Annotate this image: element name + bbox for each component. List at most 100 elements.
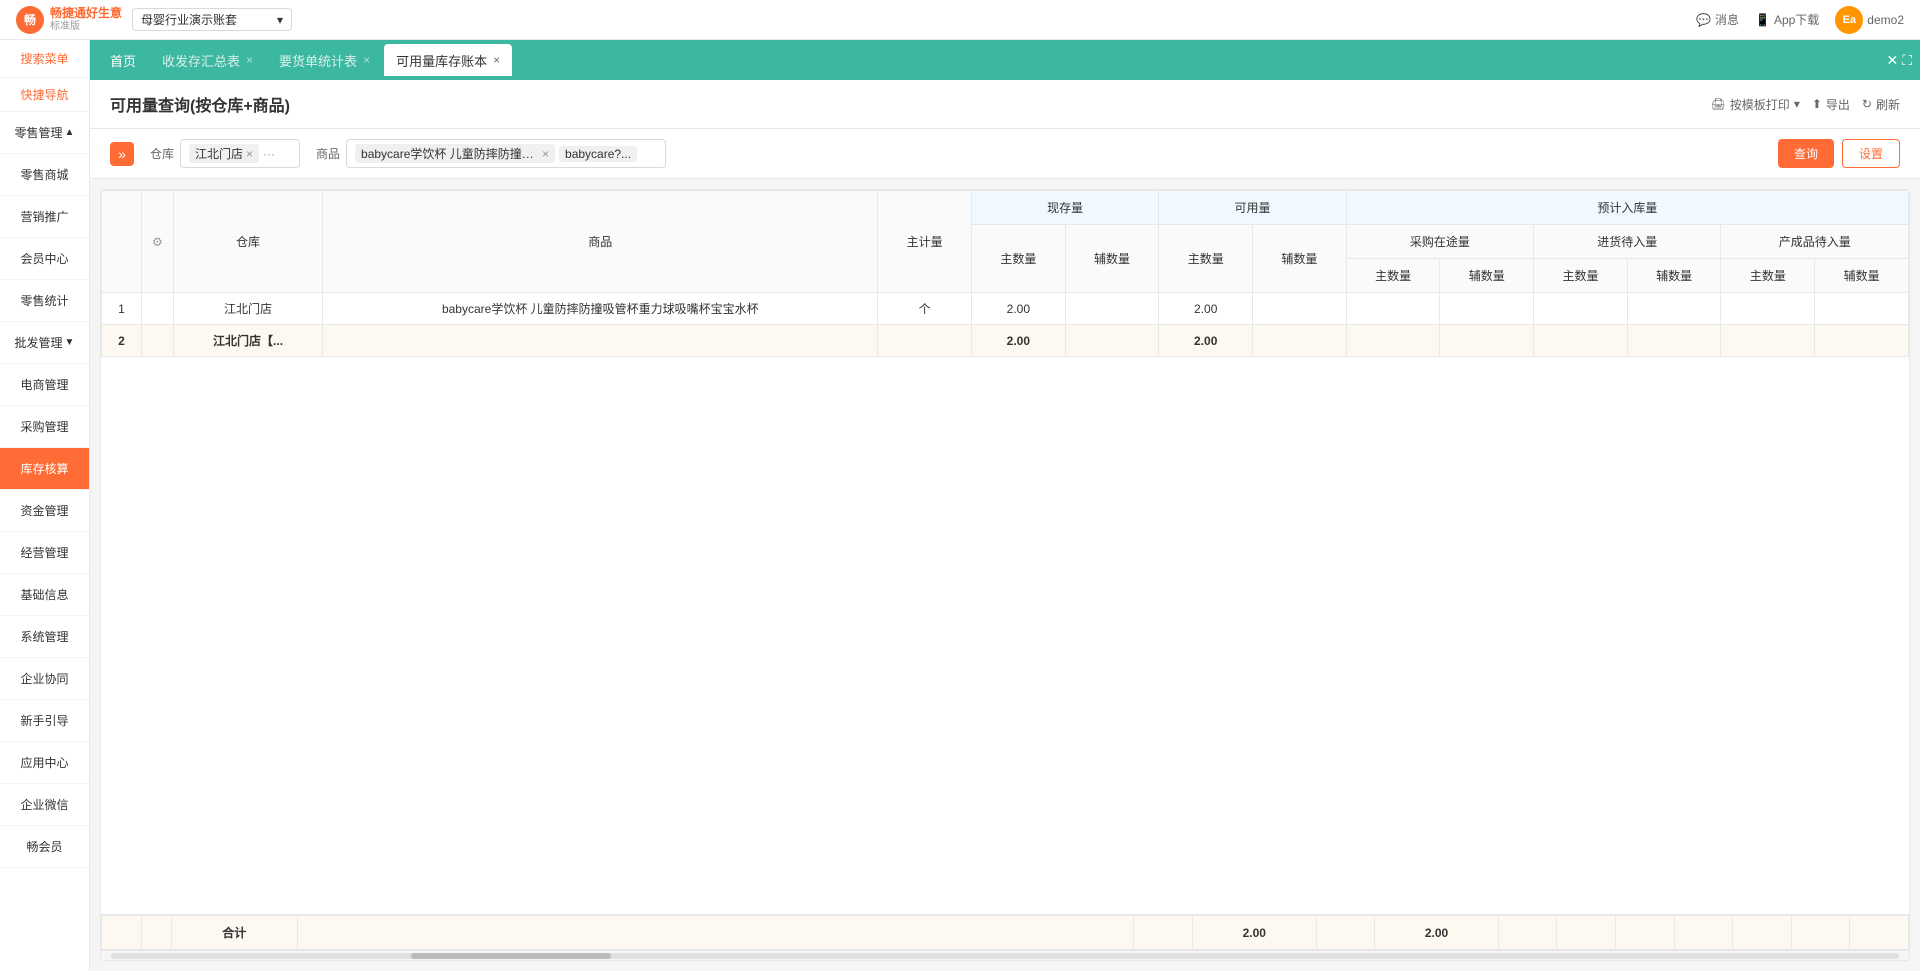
chevron-icon-2: ▼ — [65, 337, 75, 348]
sidebar-item-retail-mgmt[interactable]: 零售管理▲ — [0, 112, 89, 154]
th-available-aux: 辅数量 — [1253, 225, 1347, 293]
expand-filter-button[interactable]: » — [110, 142, 134, 166]
summary-current-aux — [1316, 915, 1375, 950]
subtotal-available-aux — [1253, 325, 1347, 357]
print-icon: 🖨 — [1711, 97, 1726, 111]
sidebar-item-new-guide[interactable]: 新手引导 — [0, 700, 89, 742]
sidebar-item-purchase-mgmt[interactable]: 采购管理 — [0, 406, 89, 448]
th-inbound-aux: 辅数量 — [1627, 259, 1721, 293]
sidebar-item-member-center[interactable]: 会员中心 — [0, 238, 89, 280]
product-filter-group: 商品 babycare学饮杯 儿童防摔防撞吸管杯重力球吸嘴杯宝宝水杯 × bab… — [316, 139, 666, 168]
scroll-thumb[interactable] — [411, 953, 611, 959]
th-inbound-pending: 进货待入量 — [1534, 225, 1721, 259]
summary-production-aux — [1850, 915, 1909, 950]
product-input[interactable]: babycare学饮杯 儿童防摔防撞吸管杯重力球吸嘴杯宝宝水杯 × babyca… — [346, 139, 666, 168]
settings-button[interactable]: 设置 — [1842, 139, 1900, 168]
product-tag-1-remove-icon[interactable]: × — [542, 147, 549, 161]
th-index — [102, 191, 142, 293]
th-current-stock: 现存量 — [971, 191, 1158, 225]
sidebar-item-wholesale-mgmt[interactable]: 批发管理▼ — [0, 322, 89, 364]
tab-home[interactable]: 首页 — [98, 44, 148, 76]
sidebar-item-ecommerce-mgmt[interactable]: 电商管理 — [0, 364, 89, 406]
row-product: babycare学饮杯 儿童防摔防撞吸管杯重力球吸嘴杯宝宝水杯 — [323, 293, 878, 325]
sidebar-item-basic-info[interactable]: 基础信息 — [0, 574, 89, 616]
sidebar-item-app-center[interactable]: 应用中心 — [0, 742, 89, 784]
subtotal-warehouse: 江北门店【... — [173, 325, 323, 357]
fullscreen-icon[interactable]: ⛶ — [1902, 52, 1912, 69]
page-content: 可用量查询(按仓库+商品) 🖨 按模板打印 ▾ ⬆ 导出 ↻ 刷新 — [90, 80, 1920, 971]
tab-available-inventory[interactable]: 可用量库存账本 × — [384, 44, 512, 76]
warehouse-remove-icon[interactable]: × — [246, 147, 253, 161]
page-title: 可用量查询(按仓库+商品) — [110, 92, 290, 116]
app-download-button[interactable]: 📱 App下载 — [1755, 11, 1819, 28]
tab-order-stats[interactable]: 要货单统计表 × — [267, 44, 382, 76]
sidebar-item-enterprise-wechat[interactable]: 企业微信 — [0, 784, 89, 826]
th-purchase-aux: 辅数量 — [1440, 259, 1534, 293]
row-inbound-pending-main — [1534, 293, 1628, 325]
warehouse-tag: 江北门店 × — [189, 144, 259, 163]
product-label: 商品 — [316, 145, 340, 162]
scroll-area[interactable] — [101, 950, 1909, 960]
subtotal-product — [323, 325, 878, 357]
order-stats-tab-label: 要货单统计表 — [279, 51, 357, 70]
sidebar-item-marketing[interactable]: 营销推广 — [0, 196, 89, 238]
print-arrow-icon: ▾ — [1794, 97, 1800, 111]
message-button[interactable]: 💬 消息 — [1696, 11, 1739, 28]
sidebar-search[interactable]: 搜索菜单 — [0, 40, 89, 78]
subtotal-current-aux — [1065, 325, 1159, 357]
summary-product — [297, 915, 1134, 950]
sidebar-item-vip-member[interactable]: 畅会员 — [0, 826, 89, 868]
sidebar-item-inventory-check[interactable]: 库存核算 — [0, 448, 89, 490]
summary-purchase-main — [1557, 915, 1616, 950]
tab-close-icon-2[interactable]: × — [363, 53, 370, 67]
summary-inbound-main — [1674, 915, 1733, 950]
tab-close-icon[interactable]: × — [246, 53, 253, 67]
sidebar: 搜索菜单 快捷导航 零售管理▲ 零售商城 营销推广 会员中心 零售统计 批发管理… — [0, 40, 90, 971]
row-production-pending-aux — [1815, 293, 1909, 325]
export-button[interactable]: ⬆ 导出 — [1812, 96, 1850, 113]
th-production-aux: 辅数量 — [1815, 259, 1909, 293]
row-current-main: 2.00 — [971, 293, 1065, 325]
subtotal-row: 2 江北门店【... 2.00 2.00 — [102, 325, 1909, 357]
subtotal-production-main — [1721, 325, 1815, 357]
more-icon: ··· — [263, 147, 275, 161]
sidebar-quick-nav[interactable]: 快捷导航 — [0, 78, 89, 112]
content-area: 首页 收发存汇总表 × 要货单统计表 × 可用量库存账本 × ✕ ⛶ — [90, 40, 1920, 971]
table-row: 1 江北门店 babycare学饮杯 儿童防摔防撞吸管杯重力球吸嘴杯宝宝水杯 个… — [102, 293, 1909, 325]
settings-icon[interactable]: ⚙ — [152, 235, 163, 249]
row-available-main: 2.00 — [1159, 293, 1253, 325]
sidebar-item-system-mgmt[interactable]: 系统管理 — [0, 616, 89, 658]
th-current-main: 主数量 — [971, 225, 1065, 293]
subtotal-available-main: 2.00 — [1159, 325, 1253, 357]
sidebar-item-finance-mgmt[interactable]: 资金管理 — [0, 490, 89, 532]
row-purchase-transit-aux — [1440, 293, 1534, 325]
warehouse-input[interactable]: 江北门店 × ··· — [180, 139, 300, 168]
subtotal-production-aux — [1815, 325, 1909, 357]
close-all-icon[interactable]: ✕ — [1886, 52, 1898, 69]
tab-receive-summary[interactable]: 收发存汇总表 × — [150, 44, 265, 76]
page-header: 可用量查询(按仓库+商品) 🖨 按模板打印 ▾ ⬆ 导出 ↻ 刷新 — [90, 80, 1920, 129]
sidebar-item-ops-mgmt[interactable]: 经营管理 — [0, 532, 89, 574]
tab-close-icon-3[interactable]: × — [493, 53, 500, 67]
sidebar-item-enterprise-collab[interactable]: 企业协同 — [0, 658, 89, 700]
subtotal-purchase-main — [1346, 325, 1440, 357]
user-menu[interactable]: Ea demo2 — [1835, 6, 1904, 34]
subtotal-settings — [142, 325, 174, 357]
store-selector[interactable]: 母婴行业演示账套 ▾ — [132, 8, 292, 31]
summary-purchase-aux — [1616, 915, 1675, 950]
summary-table: 合计 2.00 2.00 — [101, 914, 1909, 950]
filter-bar: » 仓库 江北门店 × ··· 商品 babycare — [90, 129, 1920, 179]
query-button[interactable]: 查询 — [1778, 139, 1834, 168]
home-tab-label: 首页 — [110, 51, 136, 70]
th-current-aux: 辅数量 — [1065, 225, 1159, 293]
page-actions: 🖨 按模板打印 ▾ ⬆ 导出 ↻ 刷新 — [1711, 96, 1900, 113]
print-button[interactable]: 🖨 按模板打印 ▾ — [1711, 96, 1800, 113]
refresh-button[interactable]: ↻ 刷新 — [1862, 96, 1900, 113]
th-product: 商品 — [323, 191, 878, 293]
subtotal-index: 2 — [102, 325, 142, 357]
sidebar-item-retail-stats[interactable]: 零售统计 — [0, 280, 89, 322]
avatar: Ea — [1835, 6, 1863, 34]
subtotal-unit — [878, 325, 972, 357]
row-purchase-transit-main — [1346, 293, 1440, 325]
sidebar-item-retail-mall[interactable]: 零售商城 — [0, 154, 89, 196]
